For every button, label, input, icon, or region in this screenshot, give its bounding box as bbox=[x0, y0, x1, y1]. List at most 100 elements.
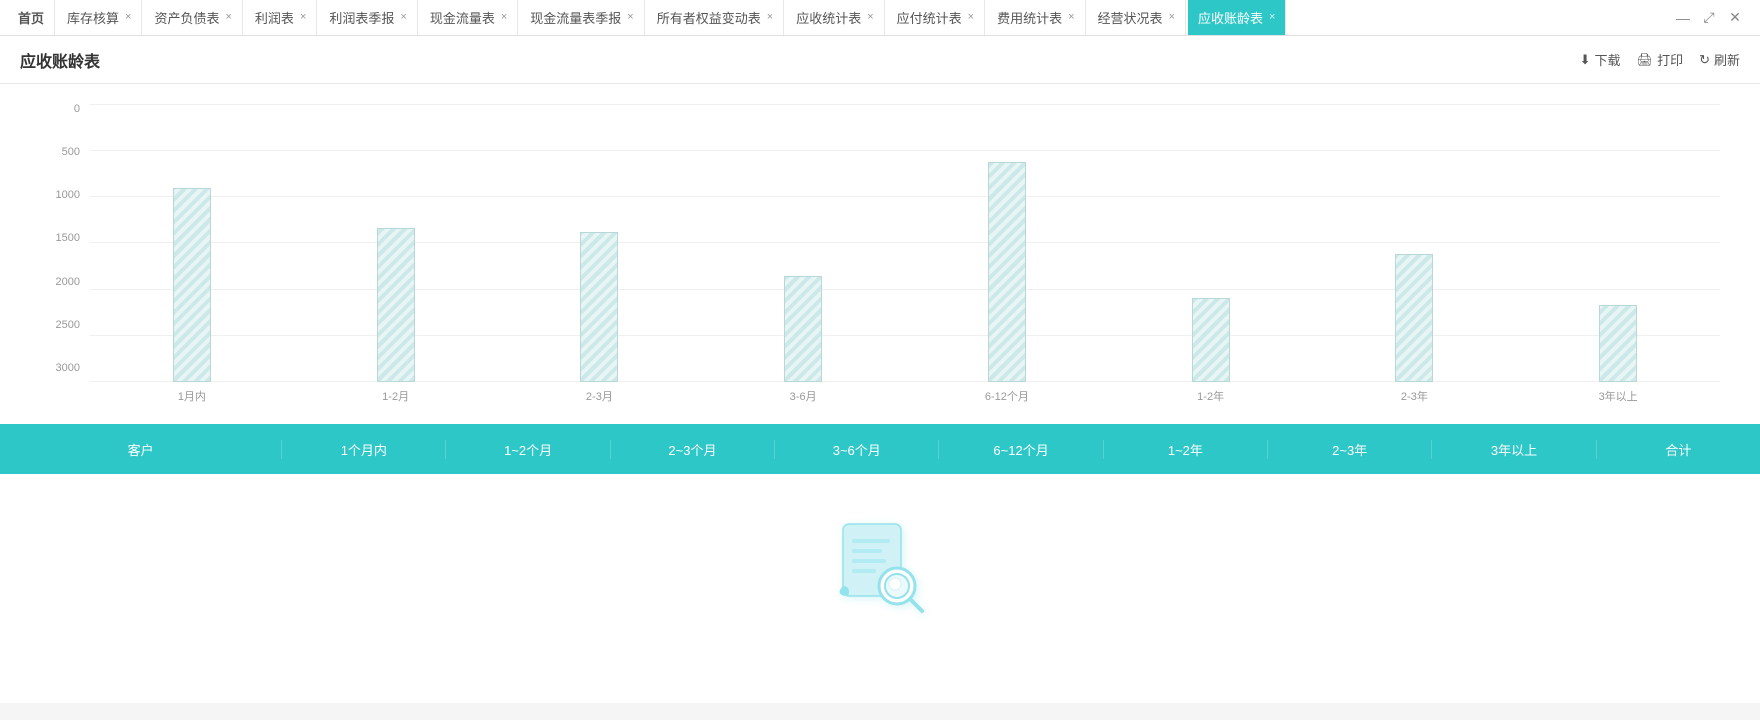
tab-balance[interactable]: 资产负债表 × bbox=[144, 0, 242, 36]
chart-area: 3000 2500 2000 1500 1000 500 0 1月内 1-2月 2-3月 3-6月… bbox=[0, 84, 1760, 424]
x-label: 3-6月 bbox=[773, 388, 833, 404]
tab-label-aging: 应收账龄表 bbox=[1198, 8, 1263, 27]
x-labels-row: 1月内1-2月2-3月3-6月6-12个月1-2年2-3年3年以上 bbox=[90, 382, 1720, 404]
y-label: 1500 bbox=[40, 233, 80, 244]
bar-group bbox=[580, 232, 618, 382]
bar-group bbox=[988, 162, 1026, 382]
bar bbox=[173, 188, 211, 382]
tab-label-profit-quarter: 利润表季报 bbox=[329, 8, 394, 27]
tab-profit[interactable]: 利润表 × bbox=[245, 0, 317, 36]
bars-row bbox=[90, 104, 1720, 382]
tab-close-inventory[interactable]: × bbox=[125, 12, 131, 23]
download-icon: ⬇ bbox=[1580, 52, 1591, 68]
th-y2to3: 2~3年 bbox=[1268, 440, 1432, 459]
tab-equity[interactable]: 所有者权益变动表 × bbox=[647, 0, 784, 36]
x-label: 2-3年 bbox=[1384, 388, 1444, 404]
tab-cashflow-quarter[interactable]: 现金流量表季报 × bbox=[520, 0, 644, 36]
tab-close-profit-quarter[interactable]: × bbox=[400, 12, 406, 23]
empty-area bbox=[0, 474, 1760, 703]
bar bbox=[988, 162, 1026, 382]
tab-label-profit: 利润表 bbox=[255, 8, 294, 27]
close-button[interactable]: ✕ bbox=[1726, 9, 1744, 27]
tab-close-payable-stat[interactable]: × bbox=[968, 12, 974, 23]
th-m6to12: 6~12个月 bbox=[939, 440, 1103, 459]
maximize-button[interactable]: ⤢ bbox=[1700, 9, 1718, 27]
tab-home[interactable]: 首页 bbox=[8, 0, 55, 36]
tab-receivable-stat[interactable]: 应收统计表 × bbox=[786, 0, 884, 36]
th-customer: 客户 bbox=[0, 440, 282, 459]
tab-close-aging[interactable]: × bbox=[1269, 12, 1275, 23]
tab-label-balance: 资产负债表 bbox=[154, 8, 219, 27]
tab-inventory[interactable]: 库存核算 × bbox=[57, 0, 142, 36]
th-m1to2: 1~2个月 bbox=[446, 440, 610, 459]
bar bbox=[377, 228, 415, 382]
refresh-label: 刷新 bbox=[1714, 50, 1740, 69]
bar-group bbox=[1192, 298, 1230, 382]
tab-label-cashflow: 现金流量表 bbox=[430, 8, 495, 27]
tab-label-receivable-stat: 应收统计表 bbox=[796, 8, 861, 27]
print-label: 打印 bbox=[1657, 50, 1683, 69]
tab-label-equity: 所有者权益变动表 bbox=[657, 8, 761, 27]
tab-close-receivable-stat[interactable]: × bbox=[867, 12, 873, 23]
th-over3y: 3年以上 bbox=[1432, 440, 1596, 459]
bar bbox=[784, 276, 822, 382]
refresh-button[interactable]: ↻ 刷新 bbox=[1699, 50, 1740, 69]
tab-operation[interactable]: 经营状况表 × bbox=[1088, 0, 1186, 36]
tab-payable-stat[interactable]: 应付统计表 × bbox=[887, 0, 985, 36]
bar-group bbox=[377, 228, 415, 382]
tab-label-payable-stat: 应付统计表 bbox=[897, 8, 962, 27]
tab-close-cashflow-quarter[interactable]: × bbox=[627, 12, 633, 23]
th-m3to6: 3~6个月 bbox=[775, 440, 939, 459]
tab-label-operation: 经营状况表 bbox=[1098, 8, 1163, 27]
header-actions: ⬇ 下载 🖨 打印 ↻ 刷新 bbox=[1580, 50, 1740, 69]
table-header: 客户1个月内1~2个月2~3个月3~6个月6~12个月1~2年2~3年3年以上合… bbox=[0, 424, 1760, 474]
tab-profit-quarter[interactable]: 利润表季报 × bbox=[319, 0, 417, 36]
x-label: 1月内 bbox=[162, 388, 222, 404]
refresh-icon: ↻ bbox=[1699, 52, 1710, 68]
y-label: 3000 bbox=[40, 363, 80, 374]
bar bbox=[580, 232, 618, 382]
chart-plot-area: 1月内1-2月2-3月3-6月6-12个月1-2年2-3年3年以上 bbox=[90, 104, 1720, 404]
page-header: 应收账龄表 ⬇ 下载 🖨 打印 ↻ 刷新 bbox=[0, 36, 1760, 84]
th-y1to2: 1~2年 bbox=[1104, 440, 1268, 459]
download-button[interactable]: ⬇ 下载 bbox=[1580, 50, 1621, 69]
tab-label-inventory: 库存核算 bbox=[67, 8, 119, 27]
th-within1m: 1个月内 bbox=[282, 440, 446, 459]
tab-cashflow[interactable]: 现金流量表 × bbox=[420, 0, 518, 36]
bar-group bbox=[784, 276, 822, 382]
bar-group bbox=[173, 188, 211, 382]
x-label: 1-2年 bbox=[1181, 388, 1241, 404]
empty-illustration bbox=[825, 514, 935, 643]
tab-label-cashflow-quarter: 现金流量表季报 bbox=[530, 8, 621, 27]
bar-group bbox=[1599, 305, 1637, 382]
th-total: 合计 bbox=[1597, 440, 1760, 459]
y-label: 0 bbox=[40, 104, 80, 115]
download-label: 下载 bbox=[1595, 50, 1621, 69]
print-button[interactable]: 🖨 打印 bbox=[1637, 50, 1684, 69]
y-label: 2500 bbox=[40, 320, 80, 331]
tab-close-expense-stat[interactable]: × bbox=[1068, 12, 1074, 23]
tab-close-operation[interactable]: × bbox=[1169, 12, 1175, 23]
page-title: 应收账龄表 bbox=[20, 48, 100, 72]
y-label: 500 bbox=[40, 147, 80, 158]
chart-grid-bars bbox=[90, 104, 1720, 382]
tab-close-profit[interactable]: × bbox=[300, 12, 306, 23]
bar bbox=[1192, 298, 1230, 382]
y-label: 1000 bbox=[40, 190, 80, 201]
main-content: 3000 2500 2000 1500 1000 500 0 1月内 1-2月 2-3月 3-6月… bbox=[0, 84, 1760, 703]
tab-close-balance[interactable]: × bbox=[225, 12, 231, 23]
tab-expense-stat[interactable]: 费用统计表 × bbox=[987, 0, 1085, 36]
window-controls: — ⤢ ✕ bbox=[1674, 9, 1752, 27]
y-label: 2000 bbox=[40, 277, 80, 288]
tab-close-equity[interactable]: × bbox=[767, 12, 773, 23]
chart-container: 3000 2500 2000 1500 1000 500 0 1月内 1-2月 2-3月 3-6月… bbox=[40, 104, 1720, 404]
bar bbox=[1395, 254, 1433, 382]
x-label: 2-3月 bbox=[569, 388, 629, 404]
bar bbox=[1599, 305, 1637, 382]
bar-group bbox=[1395, 254, 1433, 382]
minimize-button[interactable]: — bbox=[1674, 9, 1692, 27]
x-label: 1-2月 bbox=[366, 388, 426, 404]
tab-close-cashflow[interactable]: × bbox=[501, 12, 507, 23]
tab-aging[interactable]: 应收账龄表 × bbox=[1188, 0, 1286, 36]
tab-label-expense-stat: 费用统计表 bbox=[997, 8, 1062, 27]
